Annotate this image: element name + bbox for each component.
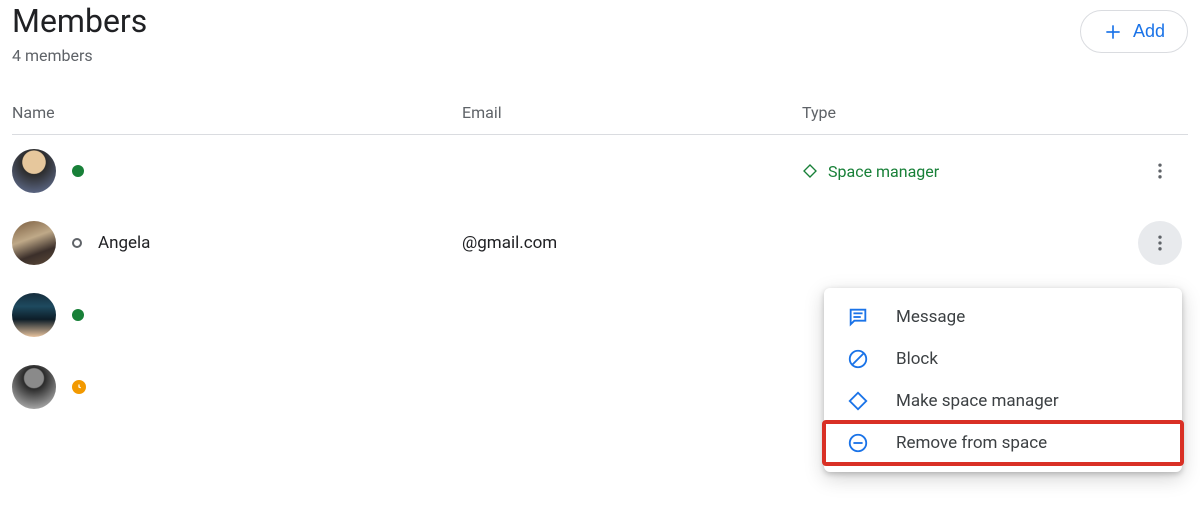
presence-offline-icon xyxy=(72,238,82,248)
add-button[interactable]: Add xyxy=(1080,10,1188,53)
table-row: Angela @gmail.com xyxy=(12,207,1188,279)
kebab-icon xyxy=(1150,161,1170,181)
menu-item-remove[interactable]: Remove from space xyxy=(824,422,1182,464)
diamond-icon xyxy=(847,390,869,412)
presence-active-icon xyxy=(72,165,84,177)
menu-item-message[interactable]: Message xyxy=(824,296,1182,338)
menu-item-label: Make space manager xyxy=(896,391,1059,411)
block-icon xyxy=(847,348,869,370)
member-email: @gmail.com xyxy=(462,233,802,253)
add-button-label: Add xyxy=(1133,21,1165,42)
page-title: Members xyxy=(12,2,147,40)
kebab-icon xyxy=(1150,233,1170,253)
menu-item-label: Remove from space xyxy=(896,433,1047,453)
member-name: Angela xyxy=(98,233,150,253)
avatar xyxy=(12,365,56,409)
plus-icon xyxy=(1103,22,1123,42)
presence-active-icon xyxy=(72,309,84,321)
more-options-button[interactable] xyxy=(1138,149,1182,193)
menu-item-label: Block xyxy=(896,349,938,369)
menu-item-label: Message xyxy=(896,307,965,327)
column-header-name: Name xyxy=(12,103,462,122)
avatar xyxy=(12,221,56,265)
table-row: Space manager xyxy=(12,135,1188,207)
avatar xyxy=(12,293,56,337)
remove-icon xyxy=(847,432,869,454)
avatar xyxy=(12,149,56,193)
diamond-icon xyxy=(802,163,818,179)
member-type: Space manager xyxy=(828,162,939,181)
column-header-email: Email xyxy=(462,103,802,122)
more-options-button[interactable] xyxy=(1138,221,1182,265)
context-menu: Message Block Make space manager Remove … xyxy=(824,288,1182,472)
menu-item-make-manager[interactable]: Make space manager xyxy=(824,380,1182,422)
column-header-type: Type xyxy=(802,103,1132,122)
presence-idle-icon xyxy=(72,380,86,394)
member-count: 4 members xyxy=(12,46,147,65)
message-icon xyxy=(847,306,869,328)
menu-item-block[interactable]: Block xyxy=(824,338,1182,380)
